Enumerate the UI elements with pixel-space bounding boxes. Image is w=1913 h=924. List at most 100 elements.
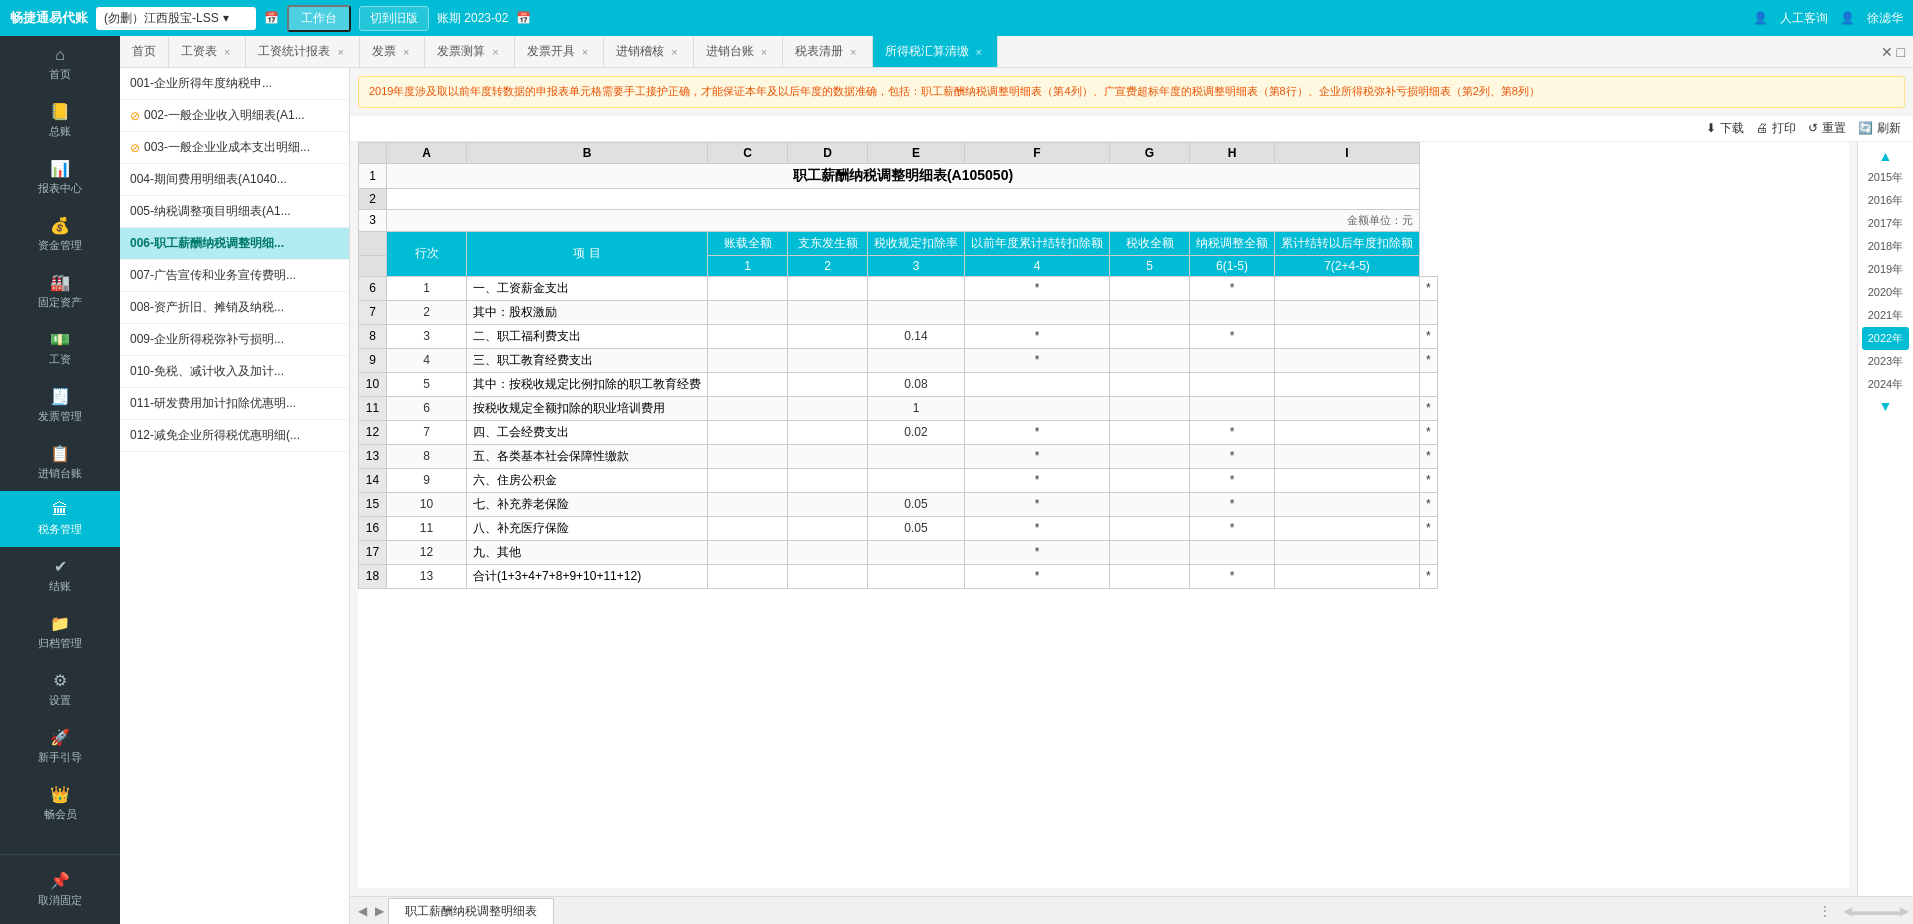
cell-r2-c7[interactable]: * [1420, 324, 1438, 348]
cell-r1-c1[interactable] [788, 300, 868, 324]
cell-r1-c6[interactable] [1275, 300, 1420, 324]
cell-r12-c3[interactable]: * [965, 564, 1110, 588]
cell-r9-c6[interactable] [1275, 492, 1420, 516]
left-panel-item-item003[interactable]: ⊘003-一般企业业成本支出明细... [120, 132, 349, 164]
cell-r2-c0[interactable] [708, 324, 788, 348]
cell-r5-c4[interactable] [1110, 396, 1190, 420]
workspace-button[interactable]: 工作台 [287, 5, 351, 32]
cell-r1-c7[interactable] [1420, 300, 1438, 324]
cell-r5-c2[interactable]: 1 [868, 396, 965, 420]
cell-r7-c6[interactable] [1275, 444, 1420, 468]
switch-version-button[interactable]: 切到旧版 [359, 6, 429, 31]
cell-r12-c1[interactable] [788, 564, 868, 588]
close-tab-icon[interactable]: ✕ [1881, 44, 1893, 60]
cell-r0-c3[interactable]: * [965, 276, 1110, 300]
reset-button[interactable]: ↺ 重置 [1808, 120, 1846, 137]
sidebar-item-asset-mgmt[interactable]: 💰资金管理 [0, 206, 120, 263]
sidebar-item-newbie[interactable]: 🚀新手引导 [0, 718, 120, 775]
tab-close-tax-clearance[interactable]: × [847, 45, 859, 59]
tab-close-salary-stats[interactable]: × [334, 45, 346, 59]
year-item-2020年[interactable]: 2020年 [1862, 281, 1909, 304]
cell-r2-c6[interactable] [1275, 324, 1420, 348]
year-item-2023年[interactable]: 2023年 [1862, 350, 1909, 373]
cell-r6-c5[interactable]: * [1190, 420, 1275, 444]
cell-r8-c0[interactable] [708, 468, 788, 492]
cell-r1-c0[interactable] [708, 300, 788, 324]
cell-r7-c1[interactable] [788, 444, 868, 468]
year-item-2017年[interactable]: 2017年 [1862, 212, 1909, 235]
cell-r10-c7[interactable]: * [1420, 516, 1438, 540]
cell-r8-c2[interactable] [868, 468, 965, 492]
cell-r9-c5[interactable]: * [1190, 492, 1275, 516]
cell-r3-c5[interactable] [1190, 348, 1275, 372]
tab-close-invoice[interactable]: × [400, 45, 412, 59]
cell-r4-c1[interactable] [788, 372, 868, 396]
sidebar-item-fixed-asset[interactable]: 🏭固定资产 [0, 263, 120, 320]
cell-r7-c3[interactable]: * [965, 444, 1110, 468]
tab-close-in-ledger[interactable]: × [758, 45, 770, 59]
cell-r11-c4[interactable] [1110, 540, 1190, 564]
left-panel-item-item008[interactable]: 008-资产折旧、摊销及纳税... [120, 292, 349, 324]
sheet-nav-right[interactable]: ▶ [371, 900, 388, 922]
cell-r3-c3[interactable]: * [965, 348, 1110, 372]
cell-r0-c2[interactable] [868, 276, 965, 300]
year-down-icon[interactable]: ▼ [1877, 396, 1895, 416]
cell-r4-c7[interactable] [1420, 372, 1438, 396]
cell-r0-c5[interactable]: * [1190, 276, 1275, 300]
left-panel-item-item006[interactable]: 006-职工薪酬纳税调整明细... [120, 228, 349, 260]
tab-in-check[interactable]: 进销稽核× [604, 36, 693, 68]
tab-close-salary-table[interactable]: × [221, 45, 233, 59]
cell-r9-c4[interactable] [1110, 492, 1190, 516]
cell-r1-c3[interactable] [965, 300, 1110, 324]
cell-r4-c2[interactable]: 0.08 [868, 372, 965, 396]
cell-r7-c2[interactable] [868, 444, 965, 468]
cell-r11-c3[interactable]: * [965, 540, 1110, 564]
tab-invoice[interactable]: 发票× [360, 36, 425, 68]
tab-close-invoice-open[interactable]: × [579, 45, 591, 59]
year-item-2016年[interactable]: 2016年 [1862, 189, 1909, 212]
cell-r7-c4[interactable] [1110, 444, 1190, 468]
cell-r10-c6[interactable] [1275, 516, 1420, 540]
cell-r5-c0[interactable] [708, 396, 788, 420]
left-panel-item-item001[interactable]: 001-企业所得年度纳税申... [120, 68, 349, 100]
cell-r10-c0[interactable] [708, 516, 788, 540]
left-panel-item-item005[interactable]: 005-纳税调整项目明细表(A1... [120, 196, 349, 228]
cell-r9-c3[interactable]: * [965, 492, 1110, 516]
year-item-2022年[interactable]: 2022年 [1862, 327, 1909, 350]
cell-r4-c4[interactable] [1110, 372, 1190, 396]
tab-in-ledger[interactable]: 进销台账× [694, 36, 783, 68]
cell-r4-c5[interactable] [1190, 372, 1275, 396]
cell-r0-c4[interactable] [1110, 276, 1190, 300]
print-button[interactable]: 🖨 打印 [1756, 120, 1796, 137]
tab-home[interactable]: 首页 [120, 36, 169, 68]
cell-r3-c2[interactable] [868, 348, 965, 372]
sidebar-item-close[interactable]: ✔结账 [0, 547, 120, 604]
cell-r3-c1[interactable] [788, 348, 868, 372]
cell-r12-c4[interactable] [1110, 564, 1190, 588]
cell-r6-c0[interactable] [708, 420, 788, 444]
tab-income-tax[interactable]: 所得税汇算清缴× [873, 36, 998, 68]
cell-r5-c3[interactable] [965, 396, 1110, 420]
cell-r6-c1[interactable] [788, 420, 868, 444]
cell-r0-c1[interactable] [788, 276, 868, 300]
download-button[interactable]: ⬇ 下载 [1706, 120, 1744, 137]
cell-r11-c0[interactable] [708, 540, 788, 564]
cell-r1-c4[interactable] [1110, 300, 1190, 324]
sidebar-item-ledger[interactable]: 📒总账 [0, 92, 120, 149]
cell-r6-c4[interactable] [1110, 420, 1190, 444]
cell-r12-c0[interactable] [708, 564, 788, 588]
sidebar-item-settings[interactable]: ⚙设置 [0, 661, 120, 718]
cell-r2-c2[interactable]: 0.14 [868, 324, 965, 348]
cell-r1-c5[interactable] [1190, 300, 1275, 324]
tab-close-in-check[interactable]: × [668, 45, 680, 59]
cell-r10-c5[interactable]: * [1190, 516, 1275, 540]
tab-close-income-tax[interactable]: × [973, 45, 985, 59]
sidebar-item-salary[interactable]: 💵工资 [0, 320, 120, 377]
cell-r11-c6[interactable] [1275, 540, 1420, 564]
sidebar-item-report[interactable]: 📊报表中心 [0, 149, 120, 206]
cell-r8-c7[interactable]: * [1420, 468, 1438, 492]
year-item-2019年[interactable]: 2019年 [1862, 258, 1909, 281]
sidebar-item-home[interactable]: ⌂首页 [0, 36, 120, 92]
sidebar-item-member[interactable]: 👑畅会员 [0, 775, 120, 832]
cell-r11-c2[interactable] [868, 540, 965, 564]
